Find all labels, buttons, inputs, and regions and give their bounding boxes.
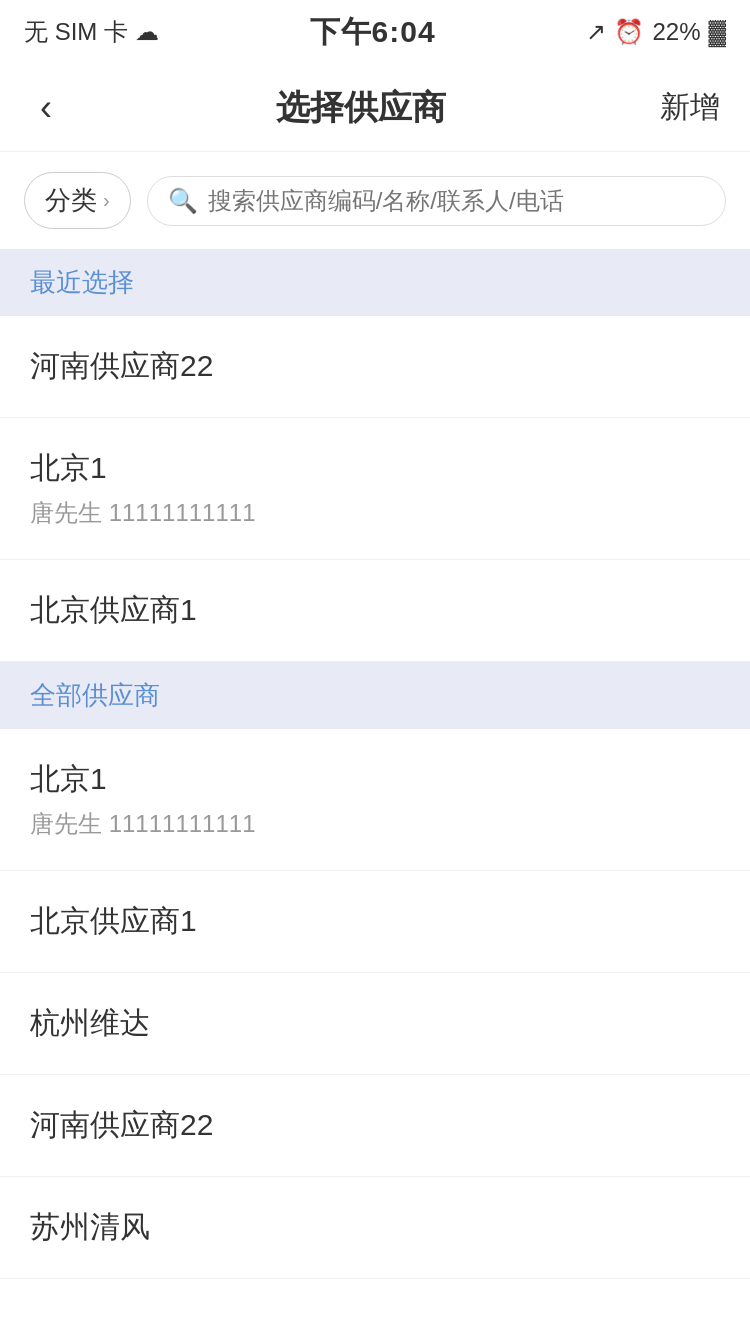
status-time: 下午6:04: [310, 12, 436, 53]
item-name: 河南供应商22: [30, 346, 720, 387]
item-sub: 唐先生 11111111111: [30, 808, 720, 840]
item-name: 北京1: [30, 448, 720, 489]
chevron-right-icon: ›: [103, 189, 110, 212]
filter-row: 分类 › 🔍: [0, 152, 750, 249]
status-bar: 无 SIM 卡 ☁ 下午6:04 ↗ ⏰ 22% ▓: [0, 0, 750, 64]
search-input[interactable]: [208, 187, 705, 215]
list-item[interactable]: 北京供应商1: [0, 560, 750, 662]
page-title: 选择供应商: [276, 85, 446, 131]
list-item[interactable]: 河南供应商22: [0, 316, 750, 418]
item-name: 河南供应商22: [30, 1105, 720, 1146]
nav-bar: ‹ 选择供应商 新增: [0, 64, 750, 152]
battery-label: 22%: [652, 18, 700, 46]
list-item[interactable]: 北京1 唐先生 11111111111: [0, 729, 750, 871]
add-button[interactable]: 新增: [660, 87, 720, 128]
list-item[interactable]: 北京1 唐先生 11111111111: [0, 418, 750, 560]
list-item[interactable]: 河南供应商22: [0, 1075, 750, 1177]
item-name: 北京1: [30, 759, 720, 800]
alarm-icon: ⏰: [614, 18, 644, 46]
item-sub: 唐先生 11111111111: [30, 497, 720, 529]
list-item[interactable]: 北京供应商1: [0, 871, 750, 973]
back-button[interactable]: ‹: [30, 77, 62, 139]
status-left: 无 SIM 卡 ☁: [24, 16, 159, 48]
category-filter-button[interactable]: 分类 ›: [24, 172, 131, 229]
category-label: 分类: [45, 183, 97, 218]
location-icon: ↗: [586, 18, 606, 46]
all-section-header: 全部供应商: [0, 662, 750, 729]
recent-items-list: 河南供应商22 北京1 唐先生 11111111111 北京供应商1: [0, 316, 750, 662]
status-right: ↗ ⏰ 22% ▓: [586, 18, 726, 46]
item-name: 杭州维达: [30, 1003, 720, 1044]
search-box[interactable]: 🔍: [147, 176, 726, 226]
list-item[interactable]: 苏州清风: [0, 1177, 750, 1279]
item-name: 北京供应商1: [30, 590, 720, 631]
list-item[interactable]: 杭州维达: [0, 973, 750, 1075]
all-label: 全部供应商: [30, 680, 160, 710]
search-icon: 🔍: [168, 187, 198, 215]
item-name: 北京供应商1: [30, 901, 720, 942]
no-sim-label: 无 SIM 卡 ☁: [24, 16, 159, 48]
all-items-list: 北京1 唐先生 11111111111 北京供应商1 杭州维达河南供应商22 苏州清风: [0, 729, 750, 1279]
battery-icon: ▓: [708, 18, 726, 46]
recent-section-header: 最近选择: [0, 249, 750, 316]
item-name: 苏州清风: [30, 1207, 720, 1248]
recent-label: 最近选择: [30, 267, 134, 297]
